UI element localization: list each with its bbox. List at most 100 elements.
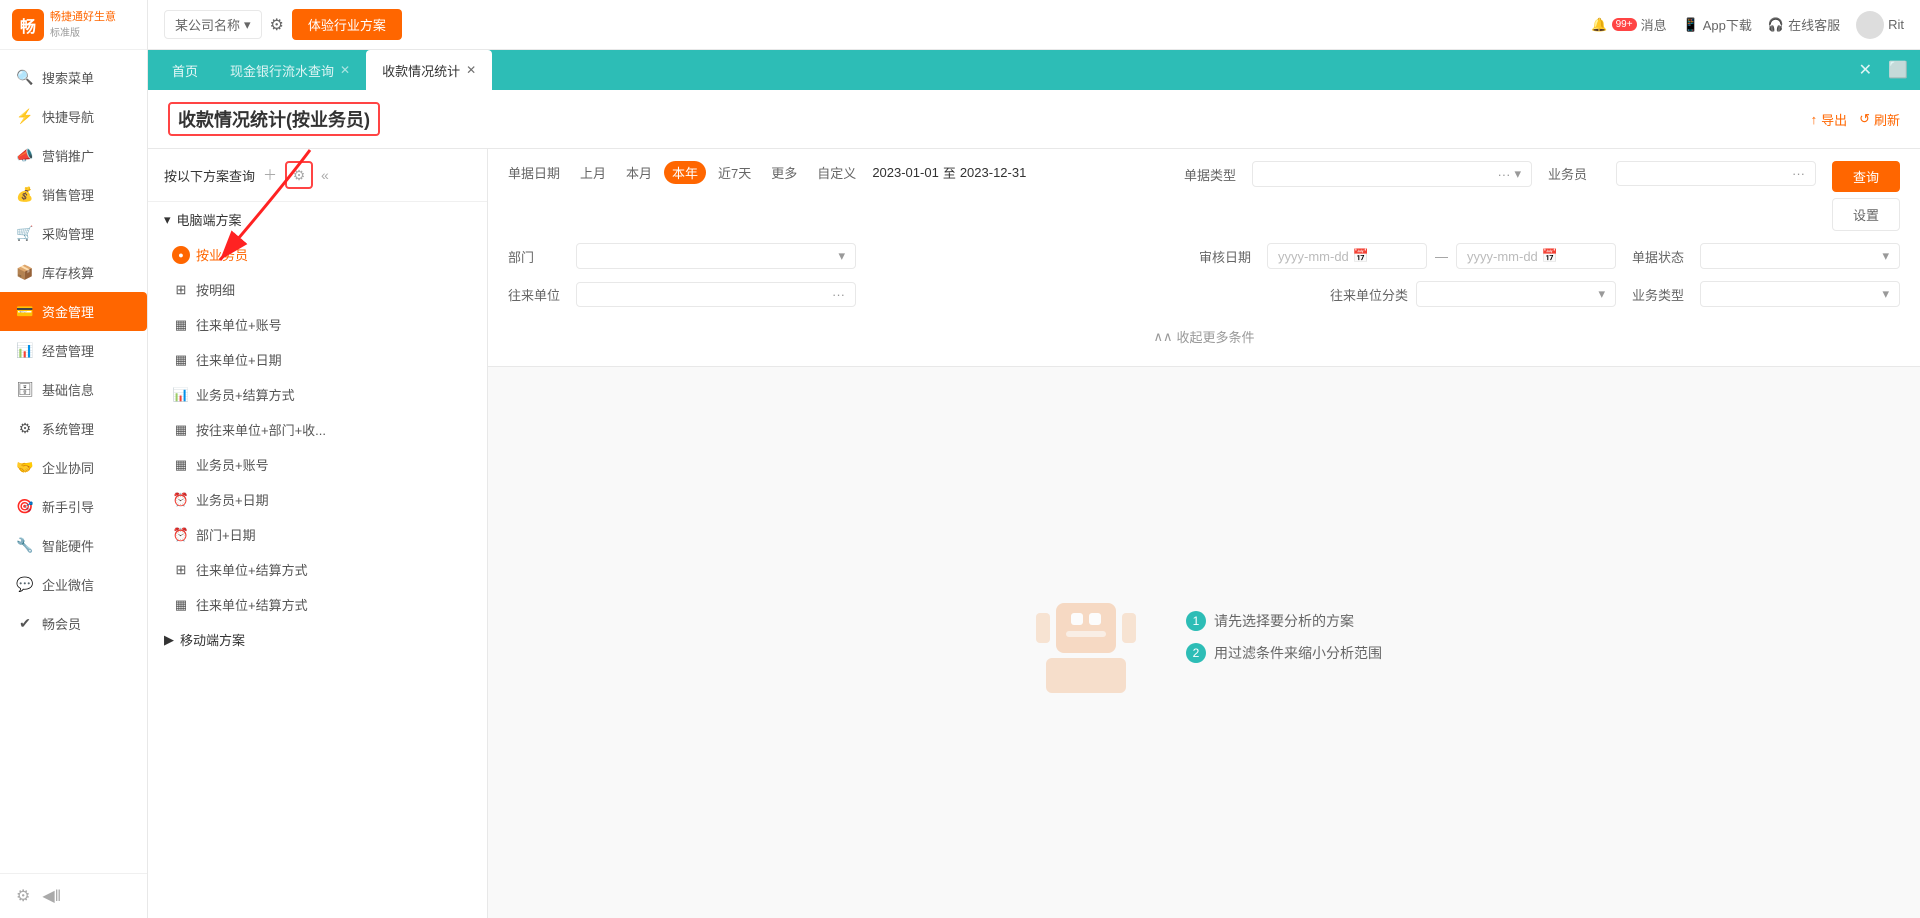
settings-footer-icon[interactable]: ⚙ (16, 886, 30, 906)
date-tab-more[interactable]: 更多 (763, 161, 805, 184)
company-selector[interactable]: 某公司名称 ▾ (164, 10, 262, 39)
tab-bank-close-icon[interactable]: ✕ (340, 63, 350, 77)
refresh-icon: ↺ (1859, 111, 1870, 127)
tab-home[interactable]: 首页 (156, 50, 214, 90)
sidebar-item-business[interactable]: 📊 经营管理 (0, 331, 147, 370)
bill-status-select[interactable]: ▾ (1700, 243, 1900, 269)
tab-close-all-icon[interactable]: ✕ (1855, 56, 1876, 84)
bill-type-select[interactable]: ··· ▾ (1252, 161, 1532, 187)
salesman-select[interactable]: ··· (1616, 161, 1816, 186)
collapse-panel-icon[interactable]: « (321, 167, 329, 183)
page-content: 收款情况统计(按业务员) ↑ 导出 ↺ 刷新 按以下方案查询 ＋ (148, 90, 1920, 918)
sidebar-item-finance[interactable]: 💳 资金管理 (0, 292, 147, 331)
tree-item-salesman[interactable]: ● 按业务员 (156, 237, 487, 272)
tab-bank-label: 现金银行流水查询 (230, 61, 334, 80)
trial-button[interactable]: 体验行业方案 (292, 9, 402, 40)
review-date-to[interactable]: yyyy-mm-dd 📅 (1456, 243, 1616, 269)
sidebar-item-search[interactable]: 🔍 搜索菜单 (0, 58, 147, 97)
tree-item-unit-settle1[interactable]: ⊞ 往来单位+结算方式 (156, 552, 487, 587)
tree-item-salesman-account[interactable]: ▦ 业务员+账号 (156, 447, 487, 482)
chevron-counterpart-type-icon: ▾ (1598, 286, 1605, 302)
tree-item-dept-date[interactable]: ⏰ 部门+日期 (156, 517, 487, 552)
refresh-button[interactable]: ↺ 刷新 (1859, 110, 1900, 129)
unit-dept-icon: ▦ (172, 421, 190, 439)
pc-group-title[interactable]: ▾ 电脑端方案 (148, 202, 487, 237)
settings-button[interactable]: 设置 (1832, 198, 1900, 231)
download-icon: 📱 (1683, 17, 1699, 33)
sidebar-item-guide[interactable]: 🎯 新手引导 (0, 487, 147, 526)
date-tab-this-month[interactable]: 本月 (618, 161, 660, 184)
filter-panel: 单据日期 上月 本月 本年 近7天 更多 自定义 2023-01-01 (488, 149, 1920, 367)
finance-icon: 💳 (16, 303, 34, 321)
logo-icon: 畅 (12, 9, 44, 41)
left-panel-title: 按以下方案查询 (164, 166, 255, 185)
sidebar-item-corp[interactable]: 🤝 企业协同 (0, 448, 147, 487)
date-tab-7days[interactable]: 近7天 (710, 161, 759, 184)
sidebar-item-base[interactable]: 🗄 基础信息 (0, 370, 147, 409)
collapse-more-btn[interactable]: ∧∧ 收起更多条件 (1153, 319, 1254, 354)
sidebar-item-quicknav[interactable]: ⚡ 快捷导航 (0, 97, 147, 136)
tab-bank[interactable]: 现金银行流水查询 ✕ (214, 50, 366, 90)
user-avatar (1856, 11, 1884, 39)
date-tab-this-year[interactable]: 本年 (664, 161, 706, 184)
sidebar-item-system[interactable]: ⚙ 系统管理 (0, 409, 147, 448)
app-download-action[interactable]: 📱 App下载 (1683, 15, 1752, 34)
sidebar-item-inventory[interactable]: 📦 库存核算 (0, 253, 147, 292)
date-tab-last-month[interactable]: 上月 (572, 161, 614, 184)
sales-icon: 💰 (16, 186, 34, 204)
bell-icon: 🔔 (1591, 17, 1607, 33)
detail-icon: ⊞ (172, 281, 190, 299)
review-date-from[interactable]: yyyy-mm-dd 📅 (1267, 243, 1427, 269)
tab-collection[interactable]: 收款情况统计 ✕ (366, 50, 492, 90)
tree-item-unit-account[interactable]: ▦ 往来单位+账号 (156, 307, 487, 342)
tree-item-unit-settle2[interactable]: ▦ 往来单位+结算方式 (156, 587, 487, 622)
marketing-icon: 📣 (16, 147, 34, 165)
service-icon: 🎧 (1768, 17, 1784, 33)
counterpart-select[interactable]: ··· (576, 282, 856, 307)
mobile-group-title[interactable]: ▶ 移动端方案 (148, 622, 487, 657)
sidebar-item-wechat[interactable]: 💬 企业微信 (0, 565, 147, 604)
scheme-settings-icon[interactable]: ⚙ (293, 167, 306, 184)
review-from-placeholder: yyyy-mm-dd (1278, 249, 1349, 264)
add-scheme-icon[interactable]: ＋ (263, 165, 277, 185)
tree-item-detail[interactable]: ⊞ 按明细 (156, 272, 487, 307)
sidebar-item-sales[interactable]: 💰 销售管理 (0, 175, 147, 214)
tab-collection-close-icon[interactable]: ✕ (466, 63, 476, 77)
biz-type-select[interactable]: ▾ (1700, 281, 1900, 307)
counterpart-type-label: 往来单位分类 (1330, 285, 1408, 304)
system-icon: ⚙ (16, 420, 34, 438)
tree-item-unit-date[interactable]: ▦ 往来单位+日期 (156, 342, 487, 377)
tree-item-salesman-settle[interactable]: 📊 业务员+结算方式 (156, 377, 487, 412)
left-panel-header: 按以下方案查询 ＋ ⚙ « (148, 149, 487, 202)
online-service-action[interactable]: 🎧 在线客服 (1768, 15, 1840, 34)
sidebar-item-marketing[interactable]: 📣 营销推广 (0, 136, 147, 175)
tab-home-label: 首页 (172, 61, 198, 80)
calendar-to-icon: 📅 (1542, 248, 1558, 264)
query-button[interactable]: 查询 (1832, 161, 1900, 192)
topbar-left: 某公司名称 ▾ ⚙ 体验行业方案 (164, 9, 1579, 40)
dept-select[interactable]: ▾ (576, 243, 856, 269)
guide-icon: 🎯 (16, 498, 34, 516)
notification-action[interactable]: 🔔 99+ 消息 (1591, 15, 1666, 34)
left-panel: 按以下方案查询 ＋ ⚙ « ▾ 电脑端方案 ● 按业务员 (148, 149, 488, 918)
collapse-sidebar-icon[interactable]: ◀‖ (42, 886, 61, 906)
date-tab-custom[interactable]: 自定义 (809, 161, 864, 184)
base-icon: 🗄 (16, 381, 34, 399)
tab-maximize-icon[interactable]: ⬜ (1884, 56, 1912, 84)
user-action[interactable]: Rit (1856, 11, 1904, 39)
counterpart-type-select[interactable]: ▾ (1416, 281, 1616, 307)
review-date-label: 审核日期 (1199, 247, 1259, 266)
date-from: 2023-01-01 (872, 165, 939, 180)
hint-item-2: 2 用过滤条件来缩小分析范围 (1186, 643, 1382, 663)
tree-item-unit-dept[interactable]: ▦ 按往来单位+部门+收... (156, 412, 487, 447)
tree-item-salesman-date[interactable]: ⏰ 业务员+日期 (156, 482, 487, 517)
sidebar-item-purchase[interactable]: 🛒 采购管理 (0, 214, 147, 253)
sidebar-item-member[interactable]: ✔ 畅会员 (0, 604, 147, 643)
arrow-right-icon: ▶ (164, 632, 174, 648)
sidebar-item-hardware[interactable]: 🔧 智能硬件 (0, 526, 147, 565)
sidebar-footer: ⚙ ◀‖ (0, 873, 147, 918)
arrow-down-icon: ▾ (164, 212, 171, 228)
inventory-icon: 📦 (16, 264, 34, 282)
topbar-gear-icon[interactable]: ⚙ (270, 15, 284, 35)
export-button[interactable]: ↑ 导出 (1811, 110, 1848, 129)
